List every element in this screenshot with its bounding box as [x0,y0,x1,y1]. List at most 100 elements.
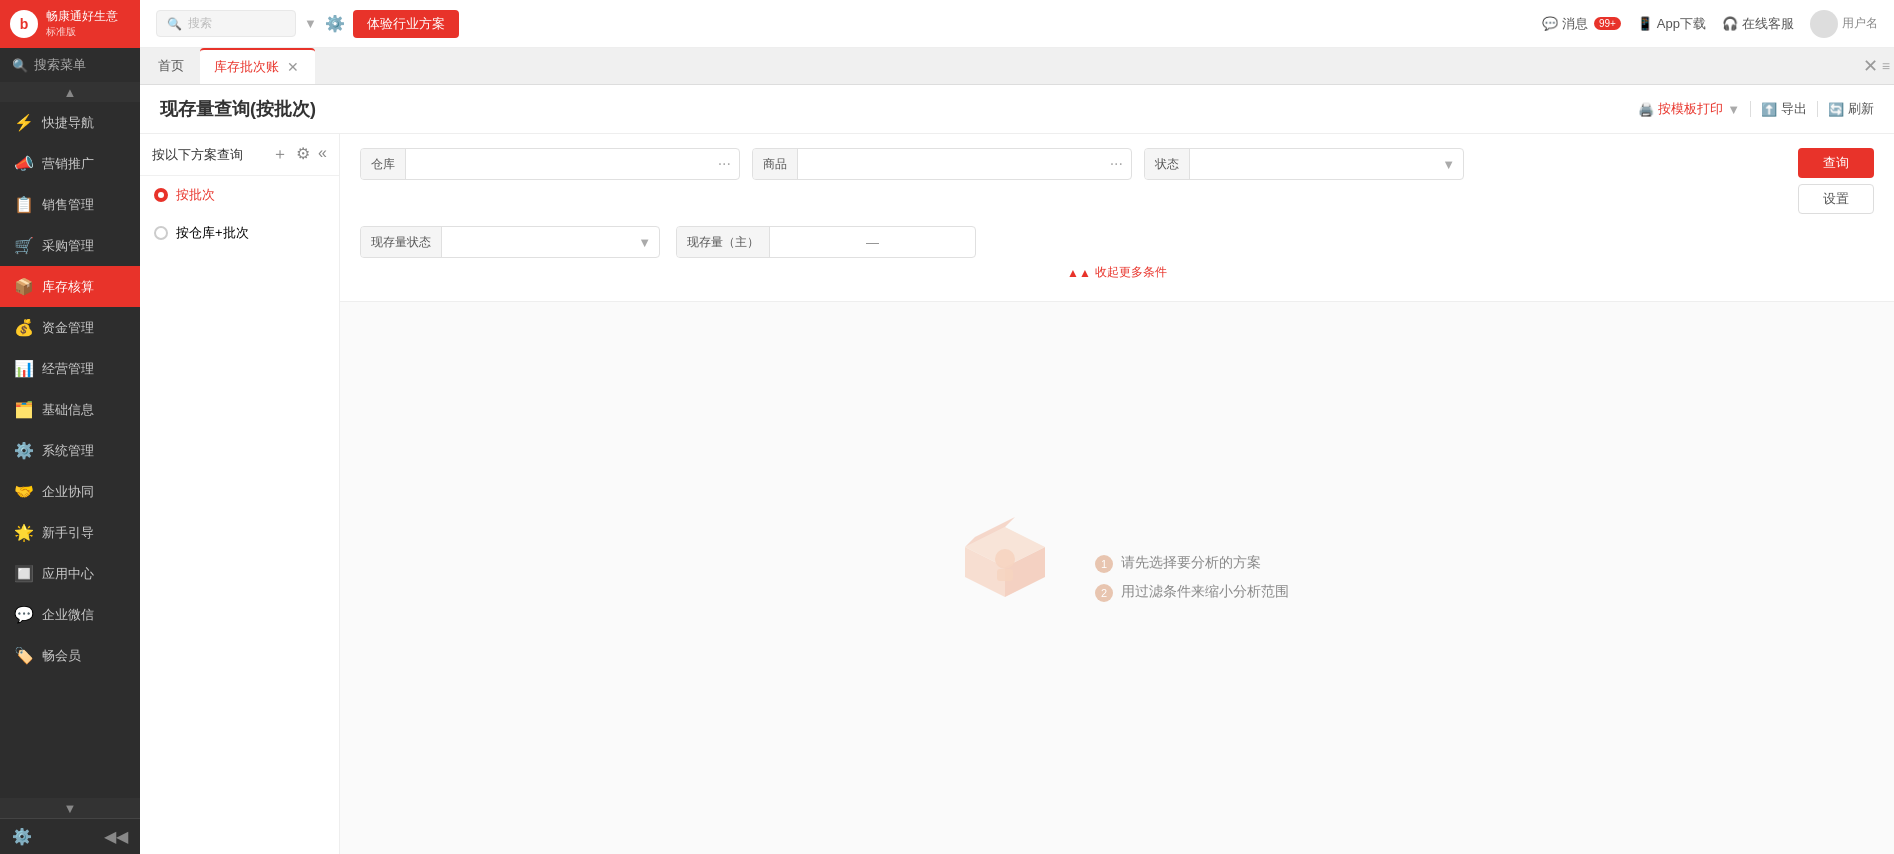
topbar-search-icon: 🔍 [167,17,182,31]
inventory-status-dropdown-icon[interactable]: ▼ [630,235,659,250]
industry-btn[interactable]: 体验行业方案 [353,10,459,38]
collapse-filter-row[interactable]: ▲▲ 收起更多条件 [360,258,1874,287]
svg-rect-5 [997,569,1013,581]
system-icon: ⚙️ [14,441,34,460]
operations-icon: 📊 [14,359,34,378]
settings-footer-icon[interactable]: ⚙️ [12,827,32,846]
tab-close-btn[interactable]: ✕ [285,59,301,75]
sidebar-item-quick-nav[interactable]: ⚡ 快捷导航 [0,102,140,143]
inventory-status-filter[interactable]: 现存量状态 ▼ [360,226,660,258]
sidebar-footer: ⚙️ ◀◀ [0,818,140,854]
topbar-left: 🔍 搜索 ▼ ⚙️ 体验行业方案 [156,10,1534,38]
left-panel: 按以下方案查询 ＋ ⚙ « 按批次 按仓库+批次 [140,134,340,854]
app-title: 畅康通好生意 标准版 [46,9,118,39]
right-panel: 仓库 ··· 商品 ··· [340,134,1894,854]
warehouse-dots-icon[interactable]: ··· [718,155,731,173]
sidebar-scroll-up[interactable]: ▲ [0,82,140,102]
sidebar-item-collab[interactable]: 🤝 企业协同 [0,471,140,512]
app-logo: b [10,10,38,38]
collapse-sidebar-icon[interactable]: ◀◀ [104,827,128,846]
sidebar-item-sales[interactable]: 📋 销售管理 [0,184,140,225]
search-menu[interactable]: 🔍 搜索菜单 [0,48,140,82]
sidebar-item-inventory[interactable]: 📦 库存核算 [0,266,140,307]
tabbar: 首页 库存批次账 ✕ ✕ ≡ [140,48,1894,85]
sidebar-item-basic[interactable]: 🗂️ 基础信息 [0,389,140,430]
product-dots-icon[interactable]: ··· [1110,155,1123,173]
refresh-btn[interactable]: 🔄 刷新 [1828,100,1874,118]
sales-icon: 📋 [14,195,34,214]
page-title: 现存量查询(按批次) [160,97,316,121]
export-icon: ⬆️ [1761,102,1777,117]
messages-btn[interactable]: 💬 消息 99+ [1542,15,1621,33]
user-avatar-btn[interactable]: 用户名 [1810,10,1878,38]
left-panel-item-by-warehouse-batch[interactable]: 按仓库+批次 [140,214,339,252]
collapse-up-icon: ▲▲ [1067,266,1091,280]
tab-home[interactable]: 首页 [144,49,198,83]
finance-icon: 💰 [14,318,34,337]
topbar-search[interactable]: 🔍 搜索 [156,10,296,37]
empty-tip-1: 1 请先选择要分析的方案 [1095,554,1289,573]
message-icon: 💬 [1542,16,1558,31]
topbar-dropdown-icon[interactable]: ▼ [304,16,317,31]
headset-icon: 🎧 [1722,16,1738,31]
left-panel-item-by-batch[interactable]: 按批次 [140,176,339,214]
qty-dash: — [856,235,889,250]
product-label: 商品 [753,149,798,179]
empty-tip-2: 2 用过滤条件来缩小分析范围 [1095,583,1289,602]
sidebar-item-member[interactable]: 🏷️ 畅会员 [0,635,140,676]
warehouse-input[interactable]: ··· [406,155,739,173]
filter-row-2: 现存量状态 ▼ 现存量（主） — [360,226,1874,258]
settings-button[interactable]: 设置 [1798,184,1874,214]
empty-illustration [945,517,1065,640]
print-dropdown-icon: ▼ [1727,102,1740,117]
sidebar-item-operations[interactable]: 📊 经营管理 [0,348,140,389]
sidebar-item-wechat[interactable]: 💬 企业微信 [0,594,140,635]
tab-inventory-batch[interactable]: 库存批次账 ✕ [200,48,315,84]
left-panel-header: 按以下方案查询 ＋ ⚙ « [140,134,339,176]
basic-icon: 🗂️ [14,400,34,419]
sidebar-item-purchase[interactable]: 🛒 采购管理 [0,225,140,266]
page-header: 现存量查询(按批次) 🖨️ 按模板打印 ▼ ⬆️ 导出 🔄 刷新 [140,85,1894,134]
sidebar-nav: ⚡ 快捷导航 📣 营销推广 📋 销售管理 🛒 采购管理 📦 库存核算 💰 资金管… [0,102,140,798]
settings-scheme-icon[interactable]: ⚙ [296,144,310,165]
empty-inner: 1 请先选择要分析的方案 2 用过滤条件来缩小分析范围 [945,517,1289,640]
app-download-btn[interactable]: 📱 App下载 [1637,15,1706,33]
purchase-icon: 🛒 [14,236,34,255]
product-input[interactable]: ··· [798,155,1131,173]
sidebar-item-system[interactable]: ⚙️ 系统管理 [0,430,140,471]
add-scheme-icon[interactable]: ＋ [272,144,288,165]
sidebar-item-guide[interactable]: 🌟 新手引导 [0,512,140,553]
content-area: 按以下方案查询 ＋ ⚙ « 按批次 按仓库+批次 [140,134,1894,854]
inventory-status-label: 现存量状态 [361,227,442,257]
wechat-icon: 💬 [14,605,34,624]
sidebar-item-marketing[interactable]: 📣 营销推广 [0,143,140,184]
status-label: 状态 [1145,149,1190,179]
status-filter[interactable]: 状态 ▼ [1144,148,1464,180]
divider2 [1817,101,1818,117]
mobile-icon: 📱 [1637,16,1653,31]
inventory-qty-filter: 现存量（主） — [676,226,976,258]
panel-close-icon[interactable]: ✕ [1863,55,1878,77]
refresh-icon: 🔄 [1828,102,1844,117]
sidebar-header: b 畅康通好生意 标准版 [0,0,140,48]
filter-actions: 查询 设置 [1798,148,1874,214]
topbar-gear-icon[interactable]: ⚙️ [325,14,345,33]
online-service-btn[interactable]: 🎧 在线客服 [1722,15,1794,33]
sidebar-item-apps[interactable]: 🔲 应用中心 [0,553,140,594]
topbar: 🔍 搜索 ▼ ⚙️ 体验行业方案 💬 消息 99+ 📱 App下载 🎧 在线客服 [140,0,1894,48]
export-btn[interactable]: ⬆️ 导出 [1761,100,1807,118]
panel-more-icon[interactable]: ≡ [1882,58,1890,74]
sidebar: b 畅康通好生意 标准版 🔍 搜索菜单 ▲ ⚡ 快捷导航 📣 营销推广 📋 销售… [0,0,140,854]
collapse-panel-icon[interactable]: « [318,144,327,165]
sidebar-scroll-down[interactable]: ▼ [0,798,140,818]
avatar [1810,10,1838,38]
print-btn[interactable]: 🖨️ 按模板打印 ▼ [1638,100,1740,118]
warehouse-filter[interactable]: 仓库 ··· [360,148,740,180]
empty-svg [945,517,1065,637]
status-dropdown-icon[interactable]: ▼ [1434,157,1463,172]
product-filter[interactable]: 商品 ··· [752,148,1132,180]
sidebar-item-finance[interactable]: 💰 资金管理 [0,307,140,348]
filter-section: 仓库 ··· 商品 ··· [340,134,1894,302]
inventory-qty-label: 现存量（主） [677,227,770,257]
query-button[interactable]: 查询 [1798,148,1874,178]
